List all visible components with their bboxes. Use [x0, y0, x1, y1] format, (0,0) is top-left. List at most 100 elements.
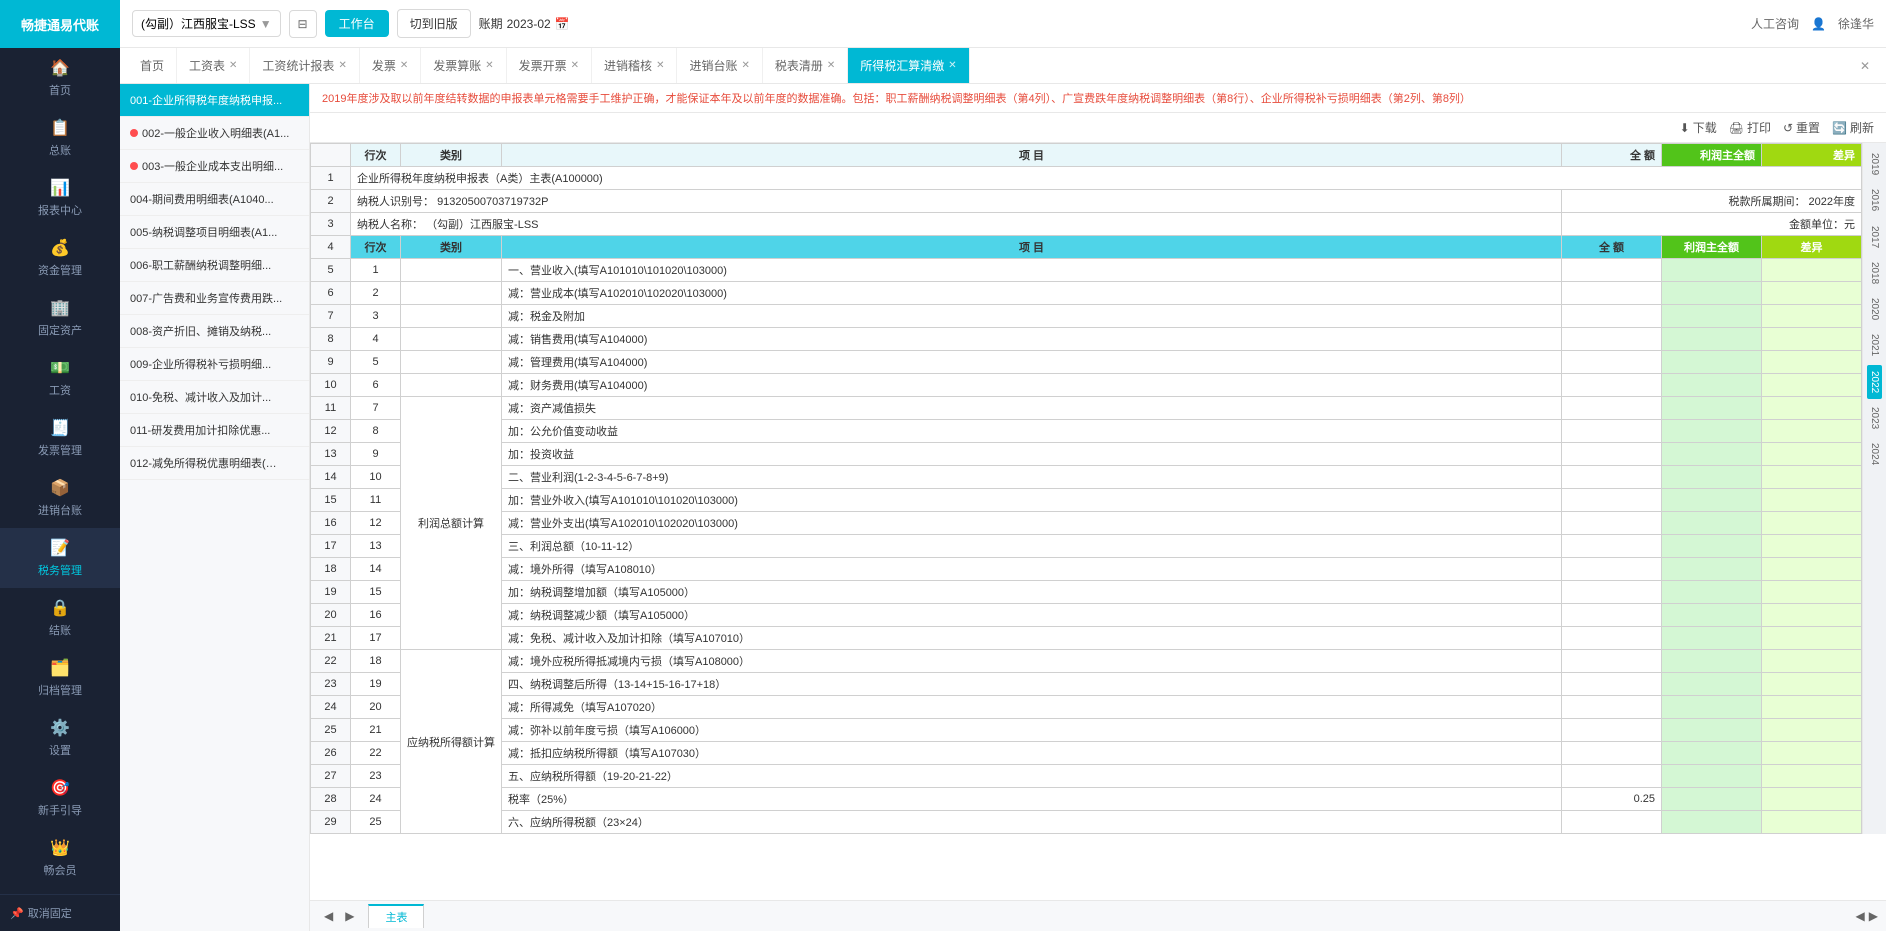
cell-qe[interactable]	[1562, 374, 1662, 397]
cell-cy[interactable]	[1762, 282, 1862, 305]
copy-icon[interactable]: ⊟	[289, 10, 317, 38]
table-row[interactable]: 73减：税金及附加	[311, 305, 1862, 328]
cell-lrze[interactable]	[1662, 420, 1762, 443]
cell-xm[interactable]: 一、营业收入(填写A101010\101020\103000)	[502, 259, 1562, 282]
cell-xm[interactable]: 减：所得减免（填写A107020）	[502, 696, 1562, 719]
cell-lrze[interactable]	[1662, 811, 1762, 834]
cell-qe[interactable]	[1562, 443, 1662, 466]
table-row[interactable]: 1713三、利润总额（10-11-12）	[311, 535, 1862, 558]
cell-cy[interactable]	[1762, 765, 1862, 788]
tab-close-icon[interactable]: ✕	[571, 60, 579, 71]
cell-qe[interactable]	[1562, 673, 1662, 696]
cell-qe[interactable]	[1562, 466, 1662, 489]
sidebar-item-reports[interactable]: 📊 报表中心	[0, 168, 120, 228]
cell-cy[interactable]	[1762, 788, 1862, 811]
sidebar-item-invoices[interactable]: 🧾 发票管理	[0, 408, 120, 468]
sidebar-item-funds[interactable]: 💰 资金管理	[0, 228, 120, 288]
sidebar-item-archive[interactable]: 🗂️ 归档管理	[0, 648, 120, 708]
sidebar-item-payroll[interactable]: 💵 工资	[0, 348, 120, 408]
list-item-010[interactable]: 010-免税、减计收入及加计...	[120, 381, 309, 414]
cell-lrze[interactable]	[1662, 696, 1762, 719]
sidebar-item-sales[interactable]: 📦 进销台账	[0, 468, 120, 528]
company-selector[interactable]: (勾副）江西服宝-LSS ▼	[132, 10, 281, 37]
cell-xm[interactable]: 加：公允价值变动收益	[502, 420, 1562, 443]
cell-xm[interactable]: 减：营业外支出(填写A102010\102020\103000)	[502, 512, 1562, 535]
cell-xm[interactable]: 三、利润总额（10-11-12）	[502, 535, 1562, 558]
list-item-002[interactable]: 002-一般企业收入明细表(A1...	[120, 117, 309, 150]
reset-button[interactable]: ↺ 重置	[1783, 119, 1820, 136]
cell-cy[interactable]	[1762, 719, 1862, 742]
cell-lrze[interactable]	[1662, 512, 1762, 535]
tab-close-icon[interactable]: ✕	[400, 60, 408, 71]
cell-cy[interactable]	[1762, 604, 1862, 627]
cell-cy[interactable]	[1762, 696, 1862, 719]
cell-lrze[interactable]	[1662, 351, 1762, 374]
year-item-2018[interactable]: 2018	[1867, 256, 1882, 290]
cell-qe[interactable]	[1562, 604, 1662, 627]
table-row[interactable]: 2925六、应纳所得税额（23×24）	[311, 811, 1862, 834]
tab-sales-ledger[interactable]: 进销台账 ✕	[677, 48, 762, 84]
cell-xm[interactable]: 四、纳税调整后所得（13-14+15-16-17+18）	[502, 673, 1562, 696]
cell-lrze[interactable]	[1662, 328, 1762, 351]
cell-lrze[interactable]	[1662, 558, 1762, 581]
cell-xm[interactable]: 减：税金及附加	[502, 305, 1562, 328]
cell-qe[interactable]	[1562, 305, 1662, 328]
cell-qe[interactable]	[1562, 259, 1662, 282]
cell-xm[interactable]: 减：纳税调整减少额（填写A105000）	[502, 604, 1562, 627]
tab-close-icon[interactable]: ✕	[948, 60, 956, 71]
sidebar-item-ledger[interactable]: 📋 总账	[0, 108, 120, 168]
list-item-006[interactable]: 006-职工薪酬纳税调整明细...	[120, 249, 309, 282]
cell-qe[interactable]	[1562, 742, 1662, 765]
cell-xm[interactable]: 税率（25%）	[502, 788, 1562, 811]
workbench-button[interactable]: 工作台	[325, 10, 389, 37]
tabbar-close-icon[interactable]: ✕	[1852, 59, 1878, 73]
table-row[interactable]: 106减：财务费用(填写A104000)	[311, 374, 1862, 397]
cell-lrze[interactable]	[1662, 259, 1762, 282]
cell-cy[interactable]	[1762, 673, 1862, 696]
cell-qe[interactable]	[1562, 420, 1662, 443]
cell-lrze[interactable]	[1662, 374, 1762, 397]
cell-lrze[interactable]	[1662, 443, 1762, 466]
cell-lrze[interactable]	[1662, 719, 1762, 742]
cell-xm[interactable]: 减：资产减值损失	[502, 397, 1562, 420]
list-item-003[interactable]: 003-一般企业成本支出明细...	[120, 150, 309, 183]
cell-qe[interactable]	[1562, 811, 1662, 834]
list-item-001[interactable]: 001-企业所得税年度纳税申报...	[120, 84, 309, 117]
spreadsheet-area[interactable]: 行次 类别 项 目 全 额 利润主全额 差异	[310, 143, 1886, 900]
table-row[interactable]: 84减：销售费用(填写A104000)	[311, 328, 1862, 351]
sidebar-item-home[interactable]: 🏠 首页	[0, 48, 120, 108]
cell-xm[interactable]: 减：境外所得（填写A108010）	[502, 558, 1562, 581]
sidebar-item-member[interactable]: 👑 畅会员	[0, 828, 120, 888]
cell-xm[interactable]: 加：营业外收入(填写A101010\101020\103000)	[502, 489, 1562, 512]
table-row[interactable]: 2824税率（25%）0.25	[311, 788, 1862, 811]
table-row[interactable]: 1814减：境外所得（填写A108010）	[311, 558, 1862, 581]
sidebar-item-newbie[interactable]: 🎯 新手引导	[0, 768, 120, 828]
cell-qe[interactable]	[1562, 397, 1662, 420]
cell-cy[interactable]	[1762, 374, 1862, 397]
cell-qe[interactable]	[1562, 351, 1662, 374]
year-item-2024[interactable]: 2024	[1867, 437, 1882, 471]
cell-qe[interactable]	[1562, 489, 1662, 512]
cell-qe[interactable]	[1562, 650, 1662, 673]
table-row[interactable]: 2117减：免税、减计收入及加计扣除（填写A107010）	[311, 627, 1862, 650]
tab-payroll-stat[interactable]: 工资统计报表 ✕	[250, 48, 359, 84]
cell-xm[interactable]: 加：纳税调整增加额（填写A105000）	[502, 581, 1562, 604]
cell-lrze[interactable]	[1662, 742, 1762, 765]
table-row[interactable]: 1410二、营业利润(1-2-3-4-5-6-7-8+9)	[311, 466, 1862, 489]
cell-cy[interactable]	[1762, 558, 1862, 581]
table-row[interactable]: 1612减：营业外支出(填写A102010\102020\103000)	[311, 512, 1862, 535]
cell-cy[interactable]	[1762, 581, 1862, 604]
cell-xm[interactable]: 六、应纳所得税额（23×24）	[502, 811, 1562, 834]
cell-qe[interactable]	[1562, 535, 1662, 558]
cell-lrze[interactable]	[1662, 397, 1762, 420]
cell-lrze[interactable]	[1662, 466, 1762, 489]
cell-xm[interactable]: 减：营业成本(填写A102010\102020\103000)	[502, 282, 1562, 305]
cell-xm[interactable]: 二、营业利润(1-2-3-4-5-6-7-8+9)	[502, 466, 1562, 489]
cell-qe[interactable]	[1562, 512, 1662, 535]
cell-qe[interactable]: 0.25	[1562, 788, 1662, 811]
table-row[interactable]: 2319四、纳税调整后所得（13-14+15-16-17+18）	[311, 673, 1862, 696]
history-button[interactable]: 切到旧版	[397, 9, 471, 38]
sidebar-item-close[interactable]: 🔒 结账	[0, 588, 120, 648]
year-item-2019[interactable]: 2019	[1867, 147, 1882, 181]
tab-close-icon[interactable]: ✕	[229, 60, 237, 71]
